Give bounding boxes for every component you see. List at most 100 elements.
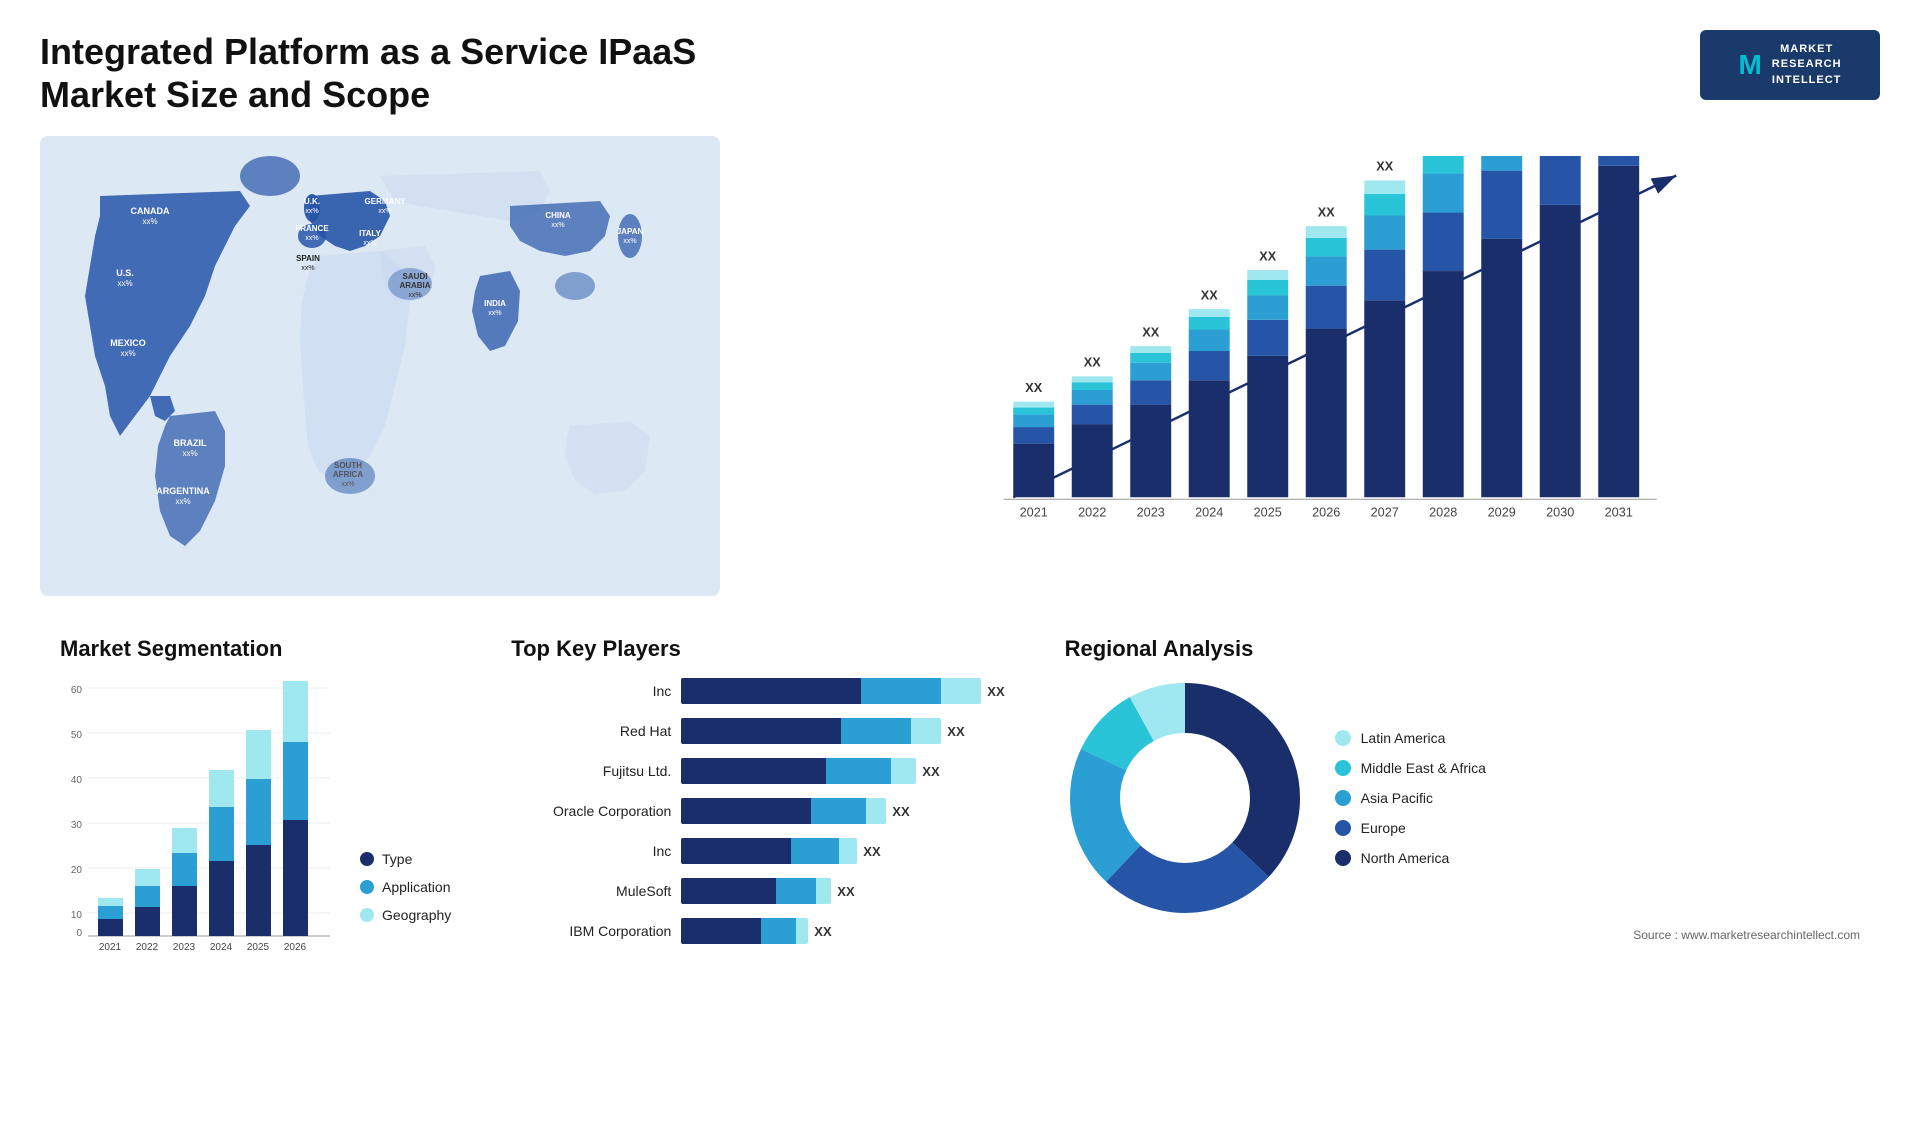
svg-text:xx%: xx%	[182, 449, 197, 458]
legend-application: Application	[360, 879, 451, 895]
bar-seg	[941, 678, 981, 704]
player-xx: XX	[947, 724, 964, 739]
seg-svg-wrap: 60 50 40 30 20 10 0	[60, 678, 340, 963]
regional-legend: Latin America Middle East & Africa Asia …	[1335, 730, 1486, 866]
top-row: CANADA xx% U.S. xx% MEXICO xx% BRAZIL xx…	[40, 136, 1880, 596]
application-label: Application	[382, 879, 451, 895]
svg-text:xx%: xx%	[408, 292, 421, 299]
svg-text:xx%: xx%	[341, 481, 354, 488]
player-bar	[681, 838, 857, 864]
svg-text:xx%: xx%	[378, 208, 391, 215]
reg-legend-europe: Europe	[1335, 820, 1486, 836]
reg-legend-mea: Middle East & Africa	[1335, 760, 1486, 776]
player-bar	[681, 678, 981, 704]
svg-text:xx%: xx%	[117, 279, 132, 288]
bar-seg	[681, 838, 791, 864]
svg-text:2031: 2031	[1605, 506, 1633, 520]
seg-legend: Type Application Geography	[340, 851, 451, 963]
svg-text:XX: XX	[1318, 206, 1335, 220]
key-players: Top Key Players Inc XX Red Hat XX	[491, 626, 1024, 973]
seg-bar-chart: 60 50 40 30 20 10 0	[60, 678, 340, 958]
legend-type: Type	[360, 851, 451, 867]
bar-seg	[826, 758, 891, 784]
reg-legend-latin-america: Latin America	[1335, 730, 1486, 746]
apac-dot	[1335, 790, 1351, 806]
player-bar-wrap: XX	[681, 678, 1004, 704]
logo: M MARKET RESEARCH INTELLECT	[1700, 30, 1880, 100]
donut-chart	[1065, 678, 1305, 918]
logo-line1: MARKET	[1772, 42, 1842, 57]
svg-text:XX: XX	[1376, 160, 1393, 174]
mea-label: Middle East & Africa	[1361, 760, 1486, 776]
player-bar-wrap: XX	[681, 758, 1004, 784]
svg-text:xx%: xx%	[120, 349, 135, 358]
svg-text:CHINA: CHINA	[545, 211, 571, 220]
bar-seg	[681, 718, 841, 744]
svg-text:2028: 2028	[1429, 506, 1457, 520]
svg-text:2027: 2027	[1371, 506, 1399, 520]
player-bar	[681, 718, 941, 744]
player-row: Fujitsu Ltd. XX	[511, 758, 1004, 784]
player-bar-wrap: XX	[681, 878, 1004, 904]
seg-chart-area: 60 50 40 30 20 10 0	[60, 678, 451, 963]
svg-text:2026: 2026	[1312, 506, 1340, 520]
player-row: MuleSoft XX	[511, 878, 1004, 904]
svg-text:ITALY: ITALY	[359, 229, 381, 238]
player-xx: XX	[922, 764, 939, 779]
svg-text:40: 40	[71, 775, 83, 786]
svg-text:xx%: xx%	[488, 310, 501, 317]
geography-label: Geography	[382, 907, 451, 923]
player-xx: XX	[863, 844, 880, 859]
bottom-row: Market Segmentation 60 50 40 30 20 10 0	[40, 626, 1880, 973]
regional-analysis: Regional Analysis	[1045, 626, 1880, 973]
bar-seg	[861, 678, 941, 704]
svg-text:U.K.: U.K.	[304, 197, 320, 206]
svg-text:2026: 2026	[284, 942, 307, 953]
header: Integrated Platform as a Service IPaaS M…	[40, 30, 1880, 116]
bar-seg	[839, 838, 857, 864]
bar-seg	[681, 798, 811, 824]
player-row: Inc XX	[511, 678, 1004, 704]
market-seg-title: Market Segmentation	[60, 636, 451, 662]
svg-text:XX: XX	[1259, 250, 1276, 264]
svg-text:2029: 2029	[1488, 506, 1516, 520]
player-bar-wrap: XX	[681, 838, 1004, 864]
player-name-3: Oracle Corporation	[511, 803, 671, 819]
donut-svg	[1065, 678, 1305, 918]
svg-text:MEXICO: MEXICO	[110, 338, 146, 348]
svg-text:FRANCE: FRANCE	[295, 224, 329, 233]
bar-seg	[816, 878, 831, 904]
player-bar	[681, 878, 831, 904]
bar-seg	[681, 878, 776, 904]
svg-text:XX: XX	[1084, 356, 1101, 370]
logo-line3: INTELLECT	[1772, 73, 1842, 88]
type-dot	[360, 852, 374, 866]
bar-chart: XX XX XX XX	[750, 136, 1880, 596]
svg-text:XX: XX	[1142, 326, 1159, 340]
bar-seg	[866, 798, 886, 824]
svg-text:xx%: xx%	[301, 265, 314, 272]
player-name-2: Fujitsu Ltd.	[511, 763, 671, 779]
na-label: North America	[1361, 850, 1450, 866]
apac-label: Asia Pacific	[1361, 790, 1433, 806]
bar-seg	[776, 878, 816, 904]
bar-seg	[811, 798, 866, 824]
svg-text:SAUDI: SAUDI	[403, 272, 428, 281]
svg-text:0: 0	[76, 928, 82, 939]
svg-text:xx%: xx%	[175, 497, 190, 506]
svg-text:XX: XX	[1025, 381, 1042, 395]
svg-text:10: 10	[71, 910, 83, 921]
svg-text:xx%: xx%	[142, 217, 157, 226]
svg-text:50: 50	[71, 730, 83, 741]
svg-text:2021: 2021	[99, 942, 122, 953]
player-row: Inc XX	[511, 838, 1004, 864]
svg-text:2024: 2024	[1195, 506, 1223, 520]
svg-text:2030: 2030	[1546, 506, 1574, 520]
svg-text:ARABIA: ARABIA	[399, 281, 430, 290]
svg-text:xx%: xx%	[623, 238, 636, 245]
regional-content: Latin America Middle East & Africa Asia …	[1065, 678, 1860, 918]
svg-text:2021: 2021	[1020, 506, 1048, 520]
svg-text:CANADA: CANADA	[131, 206, 170, 216]
regional-title: Regional Analysis	[1065, 636, 1860, 662]
player-xx: XX	[814, 924, 831, 939]
